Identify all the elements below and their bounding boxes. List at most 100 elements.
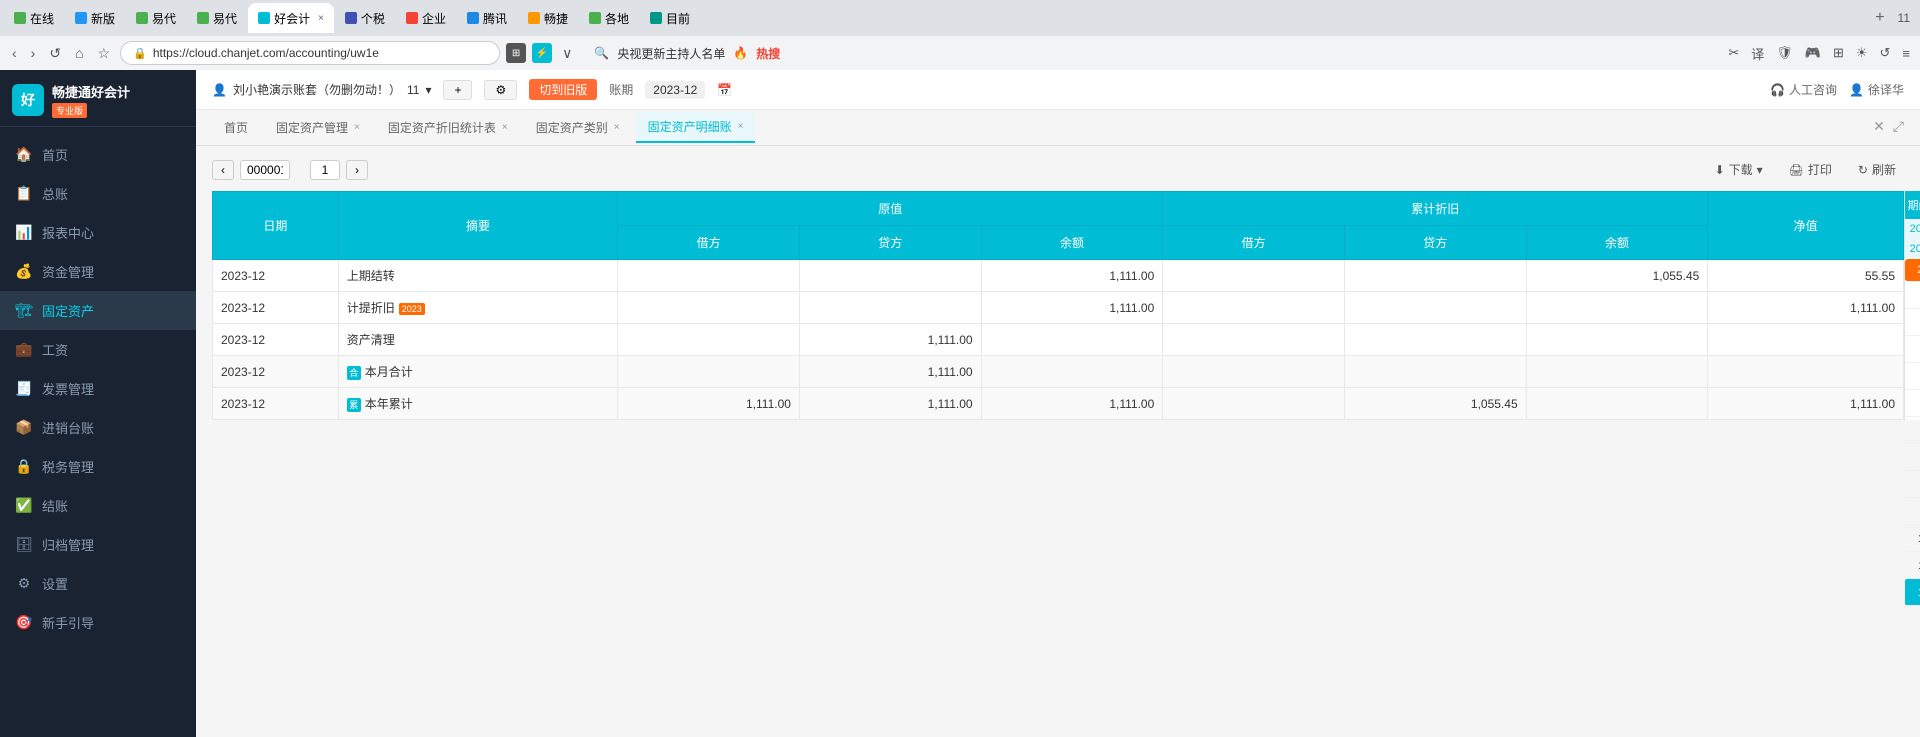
close-icon[interactable]: ✕ [1873, 118, 1885, 135]
add-company-button[interactable]: + [443, 80, 472, 100]
cut-icon[interactable]: ✂ [1726, 43, 1741, 63]
browser-icon-2[interactable]: ⚡ [532, 43, 552, 63]
refresh-button[interactable]: ↻ 刷新 [1850, 158, 1904, 181]
browser-tab-3[interactable]: 易代 [187, 3, 247, 33]
sidebar-item-税务管理[interactable]: 🔒税务管理 [0, 447, 196, 486]
cell-orig-balance-1: 1,111.00 [981, 292, 1163, 324]
back-button[interactable]: ‹ [8, 43, 21, 63]
user-info[interactable]: 👤 徐译华 [1849, 81, 1904, 98]
sidebar-item-归档管理[interactable]: 🗄归档管理 [0, 525, 196, 564]
tab-close-4[interactable]: × [318, 13, 324, 24]
period-month-10[interactable]: 10月 [1905, 525, 1920, 552]
sidebar-item-进销台账[interactable]: 📦进销台账 [0, 408, 196, 447]
nav-label-9: 结账 [42, 496, 68, 515]
period-month-7[interactable]: 7月 [1905, 444, 1920, 471]
page-tab-close-4[interactable]: × [738, 121, 744, 132]
page-tab-close-1[interactable]: × [354, 122, 360, 133]
sidebar-item-资金管理[interactable]: 💰资金管理 [0, 252, 196, 291]
period-month-1[interactable]: 1月 [1905, 282, 1920, 309]
switch-version-button[interactable]: 切到旧版 [529, 79, 597, 100]
dropdown-btn[interactable]: ∨ [558, 43, 576, 64]
address-bar[interactable]: 🔒 https://cloud.chanjet.com/accounting/u… [120, 41, 500, 65]
undo-icon[interactable]: ↺ [1878, 43, 1893, 63]
browser-tab-6[interactable]: 企业 [396, 3, 456, 33]
nav-icon-9: ✅ [16, 498, 32, 514]
grid-icon[interactable]: ⊞ [1831, 43, 1846, 63]
period-month-3[interactable]: 3月 [1905, 336, 1920, 363]
period-month-4[interactable]: 4月 [1905, 363, 1920, 390]
browser-tab-0[interactable]: 在线 [4, 3, 64, 33]
calendar-icon[interactable]: 📅 [717, 83, 732, 97]
forward-button[interactable]: › [27, 43, 40, 63]
tab-favicon-3 [197, 12, 209, 24]
sidebar-item-新手引导[interactable]: 🎯新手引导 [0, 603, 196, 642]
tab-favicon-8 [528, 12, 540, 24]
browser-tab-7[interactable]: 腾讯 [457, 3, 517, 33]
page-tab-nav: 首页固定资产管理×固定资产折旧统计表×固定资产类别×固定资产明细账× [196, 110, 1920, 146]
bookmark-button[interactable]: ☆ [94, 43, 115, 64]
cell-acc-credit-3 [1344, 356, 1526, 388]
print-button[interactable]: 🖨 打印 [1781, 158, 1840, 181]
home-button[interactable]: ⌂ [71, 43, 87, 63]
sidebar-item-结账[interactable]: ✅ 结账 [0, 486, 196, 525]
shield-icon[interactable]: 🛡 [1774, 43, 1795, 63]
page-tab-0[interactable]: 首页 [212, 113, 260, 142]
browser-tab-2[interactable]: 易代 [126, 3, 186, 33]
sidebar-item-总账[interactable]: 📋总账 [0, 174, 196, 213]
page-tab-4[interactable]: 固定资产明细账× [636, 112, 756, 143]
period-month-9[interactable]: 9月 [1905, 498, 1920, 525]
page-index-input[interactable] [310, 160, 340, 180]
translate-icon[interactable]: 译 [1749, 42, 1766, 65]
brightness-icon[interactable]: ☀ [1854, 43, 1870, 63]
page-tab-1[interactable]: 固定资产管理× [264, 113, 372, 142]
sidebar-item-工资[interactable]: 💼工资 [0, 330, 196, 369]
page-tab-close-2[interactable]: × [502, 122, 508, 133]
page-number-input[interactable] [240, 160, 290, 180]
page-tab-2[interactable]: 固定资产折旧统计表× [376, 113, 520, 142]
table-head: 日期 摘要 原值 累计折旧 净值 借方 贷方 余额 借方 贷方 余额 [213, 192, 1904, 260]
browser-tab-4[interactable]: 好会计× [248, 3, 334, 33]
reload-button[interactable]: ↺ [45, 43, 65, 64]
tab-label-3: 易代 [213, 10, 237, 27]
browser-tab-8[interactable]: 畅捷 [518, 3, 578, 33]
page-tab-close-3[interactable]: × [614, 122, 620, 133]
nav-icon-10: 🗄 [16, 537, 32, 553]
sidebar-item-设置[interactable]: ⚙设置 [0, 564, 196, 603]
browser-tab-5[interactable]: 个税 [335, 3, 395, 33]
game-icon[interactable]: 🎮 [1803, 43, 1823, 63]
browser-tab-9[interactable]: 各地 [579, 3, 639, 33]
period-month-11[interactable]: 11月 [1905, 552, 1920, 579]
menu-icon[interactable]: ≡ [1900, 44, 1912, 63]
nav-icon-0: 🏠 [16, 147, 32, 163]
settings-button[interactable]: ⚙ [484, 80, 517, 100]
company-selector[interactable]: 👤 刘小艳演示账套（勿删勿动！） 11 ▾ [212, 81, 431, 98]
prev-page-button[interactable]: ‹ [212, 160, 234, 180]
period-month-6[interactable]: 6月 [1905, 417, 1920, 444]
customer-service[interactable]: 🎧 人工咨询 [1770, 81, 1837, 98]
browser-icon-1[interactable]: ⊞ [506, 43, 526, 63]
page-tab-3[interactable]: 固定资产类别 × [524, 113, 632, 142]
period-month-2[interactable]: 2月 [1905, 309, 1920, 336]
period-month-2023[interactable]: 2023 [1905, 259, 1920, 282]
page-tab-label-3: 固定资产类别 [536, 119, 608, 136]
next-page-button[interactable]: › [346, 160, 368, 180]
th-original-group: 原值 [618, 192, 1163, 226]
period-month-5[interactable]: 5月 [1905, 390, 1920, 417]
expand-icon[interactable]: ⤢ [1893, 118, 1904, 135]
cell-orig-balance-0: 1,111.00 [981, 260, 1163, 292]
th-summary: 摘要 [338, 192, 618, 260]
sidebar-item-发票管理[interactable]: 🧾发票管理 [0, 369, 196, 408]
download-button[interactable]: ⬇ 下载 ▾ [1707, 158, 1771, 181]
new-tab-button[interactable]: + [1869, 9, 1890, 27]
cell-acc-credit-2 [1344, 324, 1526, 356]
company-name: 刘小艳演示账套（勿删勿动！） [233, 81, 401, 98]
sidebar-item-首页[interactable]: 🏠首页 [0, 135, 196, 174]
period-month-12[interactable]: 12月 [1905, 579, 1920, 606]
cell-summary-1: 计提折旧2023 [338, 292, 618, 324]
period-month-8[interactable]: 8月 [1905, 471, 1920, 498]
browser-tab-1[interactable]: 新版 [65, 3, 125, 33]
browser-tab-10[interactable]: 目前 [640, 3, 700, 33]
sidebar-item-固定资产[interactable]: 🏗固定资产 [0, 291, 196, 330]
sidebar-item-报表中心[interactable]: 📊报表中心 [0, 213, 196, 252]
th-accumulated-group: 累计折旧 [1163, 192, 1708, 226]
